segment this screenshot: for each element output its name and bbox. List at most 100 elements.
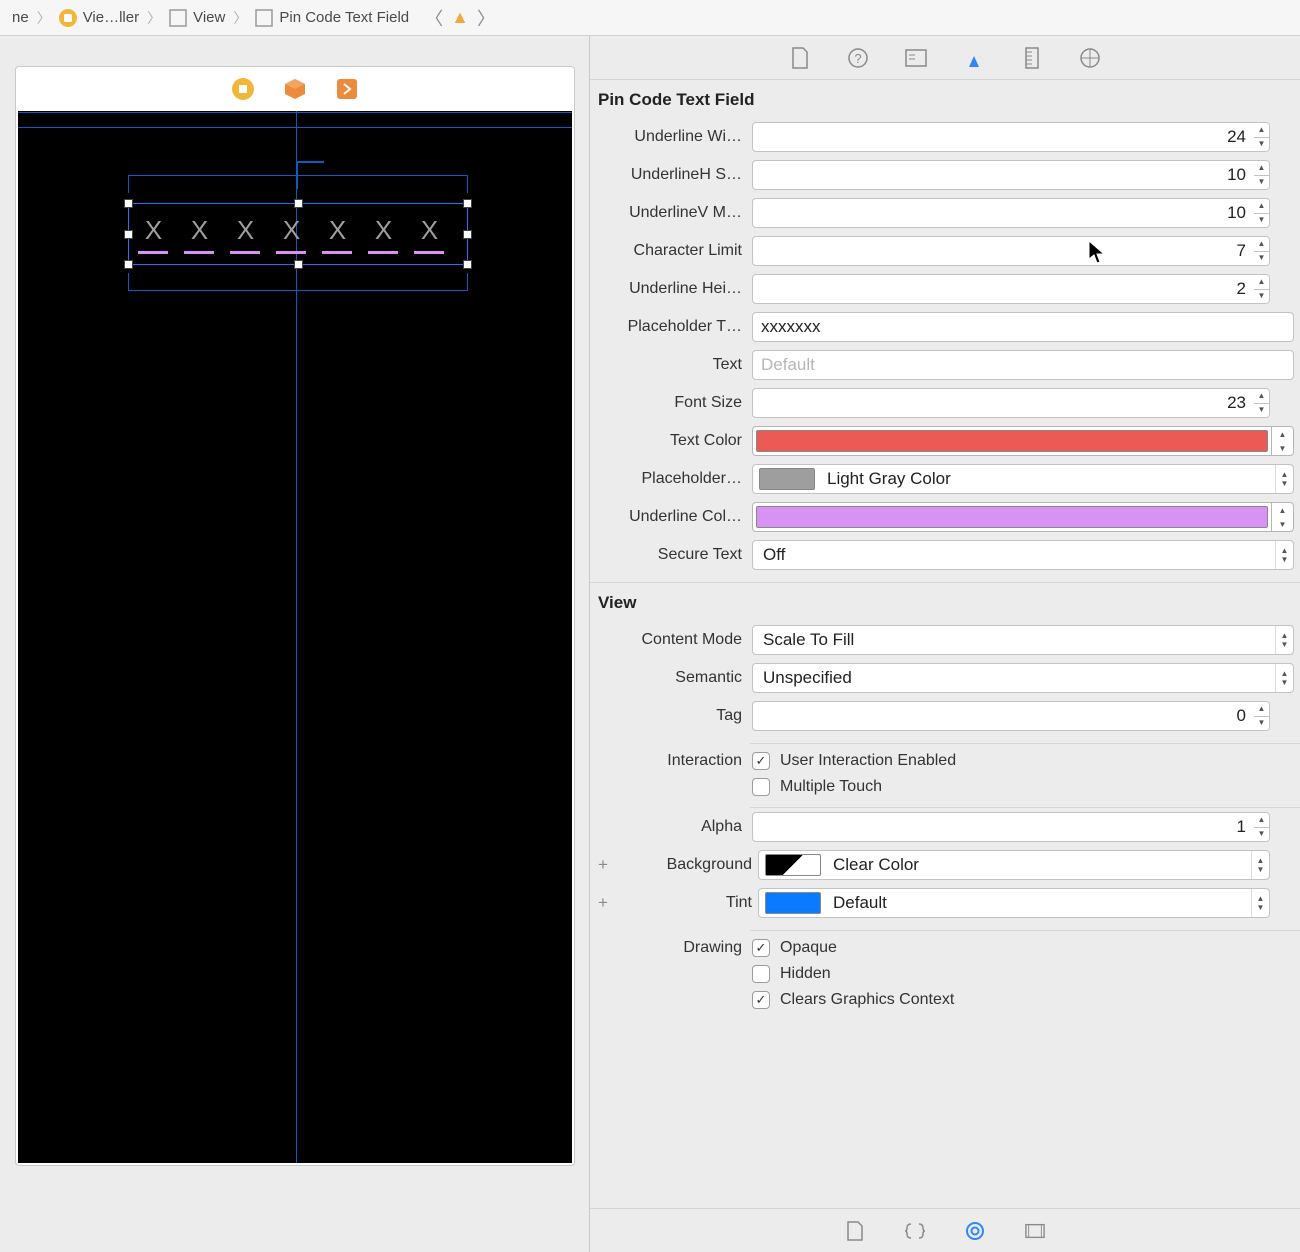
device-preview[interactable]: X X X X X X X — [15, 66, 575, 1166]
label: Semantic — [596, 669, 746, 687]
row-underlineh-spacing: UnderlineH S… ▲▼ — [590, 156, 1300, 194]
connections-inspector-icon[interactable] — [1079, 47, 1101, 69]
file-template-library-icon[interactable] — [845, 1221, 865, 1241]
size-inspector-icon[interactable] — [1021, 47, 1043, 69]
user-interaction-checkbox[interactable] — [752, 752, 770, 770]
chevron-right-icon: 〉 — [231, 8, 249, 28]
label: Underline Col… — [596, 508, 746, 526]
device-body: X X X X X X X — [18, 111, 572, 1163]
character-limit-input[interactable] — [752, 236, 1254, 266]
stepper[interactable]: ▲▼ — [1254, 122, 1270, 152]
row-alpha: Alpha ▲▼ — [590, 808, 1300, 846]
media-library-icon[interactable] — [1025, 1221, 1045, 1241]
stepper[interactable]: ▲▼ — [1254, 160, 1270, 190]
stepper[interactable]: ▲▼ — [1254, 198, 1270, 228]
opaque-checkbox[interactable] — [752, 939, 770, 957]
color-stepper[interactable]: ▲▼ — [1272, 426, 1294, 456]
label: Content Mode — [596, 631, 746, 649]
label: Underline Wi… — [596, 128, 746, 146]
label: UnderlineH S… — [596, 166, 746, 184]
pin-char: X — [324, 215, 352, 246]
stepper[interactable]: ▲▼ — [1254, 812, 1270, 842]
device-toolbar — [16, 67, 574, 111]
row-interaction: Interaction User Interaction Enabled Mul… — [590, 744, 1300, 799]
warning-icon[interactable]: ▲ — [451, 7, 469, 28]
pin-char: X — [278, 215, 306, 246]
breadcrumb-item-view[interactable]: View — [163, 9, 231, 27]
underlinev-margin-input[interactable] — [752, 198, 1254, 228]
record-icon[interactable] — [231, 77, 255, 101]
checkbox-label: Clears Graphics Context — [780, 991, 954, 1009]
history-back-icon[interactable]: 〈 — [425, 5, 443, 31]
textfield-icon — [255, 9, 273, 27]
object-library-icon[interactable] — [965, 1221, 985, 1241]
popup-value: Light Gray Color — [821, 469, 1275, 489]
breadcrumb-item-pincode[interactable]: Pin Code Text Field — [249, 9, 415, 27]
breadcrumb-bar: ne 〉 Vie…ller 〉 View 〉 Pin Code Text Fie… — [0, 0, 1300, 36]
attributes-inspector-icon[interactable] — [963, 47, 985, 69]
row-background: + Background Clear Color ▲▼ — [590, 846, 1300, 884]
row-underlinev-margin: UnderlineV M… ▲▼ — [590, 194, 1300, 232]
hidden-checkbox[interactable] — [752, 965, 770, 983]
underline-color-well[interactable] — [752, 502, 1272, 532]
row-semantic: Semantic Unspecified ▲▼ — [590, 659, 1300, 697]
multiple-touch-checkbox[interactable] — [752, 778, 770, 796]
label: Secure Text — [596, 546, 746, 564]
view-icon — [169, 9, 187, 27]
step-down-icon[interactable]: ▼ — [1254, 138, 1269, 152]
stepper[interactable]: ▲▼ — [1254, 388, 1270, 418]
row-underline-color: Underline Col… ▲▼ — [590, 498, 1300, 536]
placeholder-color-popup[interactable]: Light Gray Color ▲▼ — [752, 464, 1294, 494]
exit-icon[interactable] — [335, 77, 359, 101]
label: Interaction — [596, 752, 746, 770]
stepper[interactable]: ▲▼ — [1254, 274, 1270, 304]
font-size-input[interactable] — [752, 388, 1254, 418]
viewcontroller-icon — [59, 9, 77, 27]
underline-height-input[interactable] — [752, 274, 1254, 304]
help-inspector-icon[interactable]: ? — [847, 47, 869, 69]
stepper[interactable]: ▲▼ — [1254, 236, 1270, 266]
popup-value: Off — [753, 545, 1275, 565]
step-up-icon[interactable]: ▲ — [1254, 123, 1269, 138]
placeholder-text-input[interactable] — [752, 312, 1294, 342]
clears-graphics-checkbox[interactable] — [752, 991, 770, 1009]
checkbox-label: Opaque — [780, 939, 837, 957]
label: Alpha — [596, 818, 746, 836]
tint-color-popup[interactable]: Default ▲▼ — [758, 888, 1270, 918]
breadcrumb-item-scene[interactable]: ne — [6, 9, 35, 26]
label: Character Limit — [596, 242, 746, 260]
underline-width-input[interactable] — [752, 122, 1254, 152]
row-tint: + Tint Default ▲▼ — [590, 884, 1300, 922]
stepper[interactable]: ▲▼ — [1254, 701, 1270, 731]
secure-text-popup[interactable]: Off ▲▼ — [752, 540, 1294, 570]
popup-value: Unspecified — [753, 668, 1275, 688]
row-underline-width: Underline Wi… ▲▼ — [590, 118, 1300, 156]
color-stepper[interactable]: ▲▼ — [1272, 502, 1294, 532]
checkbox-label: User Interaction Enabled — [780, 752, 956, 770]
alpha-input[interactable] — [752, 812, 1254, 842]
add-attribute-icon[interactable]: + — [596, 893, 610, 913]
add-attribute-icon[interactable]: + — [596, 855, 610, 875]
text-input[interactable] — [752, 350, 1294, 380]
pin-char: X — [186, 215, 214, 246]
checkbox-label: Multiple Touch — [780, 778, 882, 796]
file-inspector-icon[interactable] — [789, 47, 811, 69]
code-snippet-library-icon[interactable] — [905, 1221, 925, 1241]
label: Text Color — [596, 432, 746, 450]
breadcrumb-label: View — [193, 9, 225, 26]
pin-char: X — [140, 215, 168, 246]
history-forward-icon[interactable]: 〉 — [477, 5, 495, 31]
breadcrumb-item-viewcontroller[interactable]: Vie…ller — [53, 9, 145, 27]
content-mode-popup[interactable]: Scale To Fill ▲▼ — [752, 625, 1294, 655]
tag-input[interactable] — [752, 701, 1254, 731]
row-placeholder-text: Placeholder T… — [590, 308, 1300, 346]
background-color-popup[interactable]: Clear Color ▲▼ — [758, 850, 1270, 880]
identity-inspector-icon[interactable] — [905, 47, 927, 69]
row-drawing: Drawing Opaque Hidden Clears Graphics Co… — [590, 931, 1300, 1012]
cube-icon[interactable] — [283, 77, 307, 101]
inspector-panel: ? Pin Code Text Field Underline Wi… ▲▼ U… — [590, 36, 1300, 1252]
label: Drawing — [596, 939, 746, 957]
text-color-well[interactable] — [752, 426, 1272, 456]
semantic-popup[interactable]: Unspecified ▲▼ — [752, 663, 1294, 693]
underlineh-spacing-input[interactable] — [752, 160, 1254, 190]
